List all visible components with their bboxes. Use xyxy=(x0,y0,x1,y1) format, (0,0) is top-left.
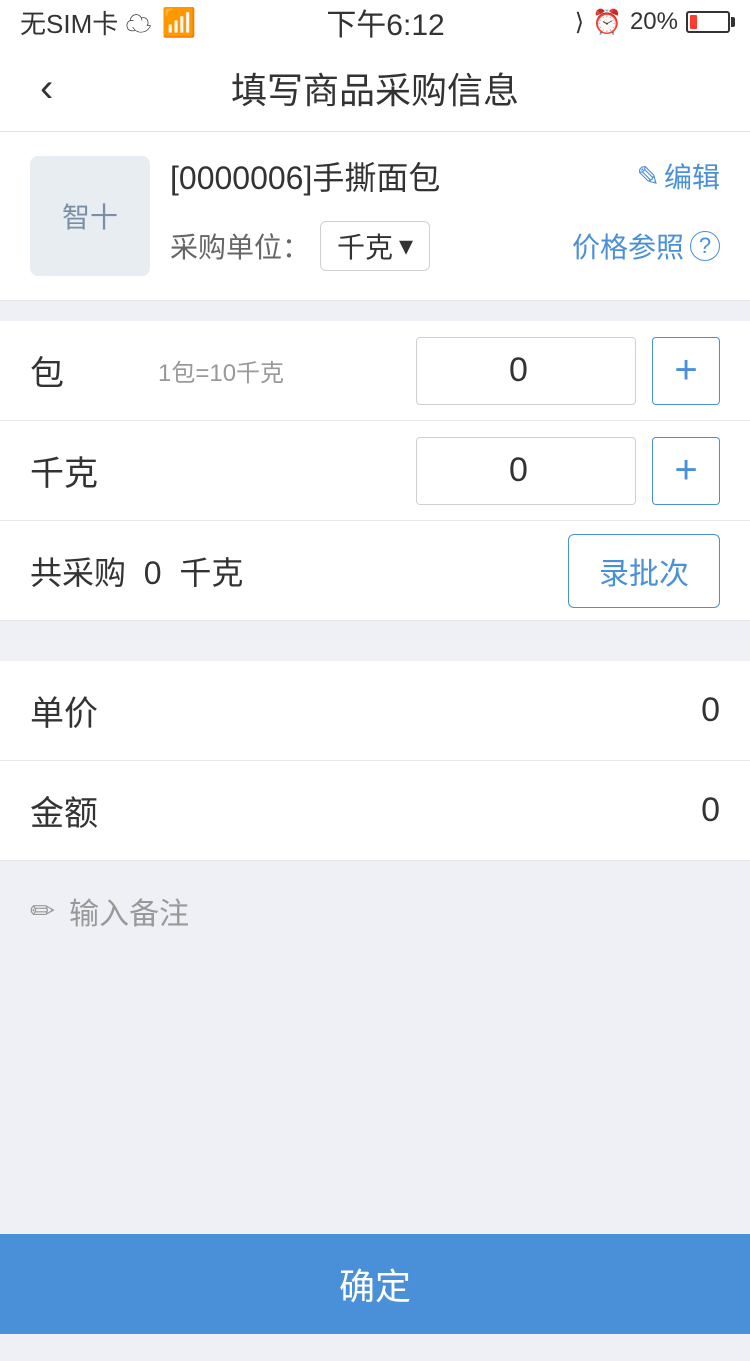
product-card: 智十 [0000006]手撕面包 ✎ 编辑 采购单位： 千克 ▾ 价格参照 ? xyxy=(0,132,750,301)
summary-suffix: 千克 xyxy=(179,555,243,591)
product-row2: 采购单位： 千克 ▾ 价格参照 ? xyxy=(170,221,720,271)
bag-input[interactable] xyxy=(416,337,636,405)
kg-plus-button[interactable]: + xyxy=(652,437,720,505)
product-image: 智十 xyxy=(30,156,150,276)
remark-section[interactable]: ✏ 输入备注 xyxy=(0,861,750,961)
nav-bar: ‹ 填写商品采购信息 xyxy=(0,44,750,132)
amount-value: 0 xyxy=(701,791,720,830)
edit-icon: ✎ xyxy=(637,160,660,193)
edit-label: 编辑 xyxy=(664,156,720,196)
price-ref-label: 价格参照 xyxy=(572,226,684,266)
price-ref-button[interactable]: 价格参照 ? xyxy=(572,226,720,266)
bag-plus-button[interactable]: + xyxy=(652,337,720,405)
location-icon: ⟩ xyxy=(575,8,584,37)
pencil-icon: ✏ xyxy=(30,894,55,929)
summary-prefix: 共采购 xyxy=(30,555,126,591)
kg-label: 千克 xyxy=(30,446,150,495)
bag-input-section: 包 1包=10千克 + xyxy=(0,321,750,421)
product-name: [0000006]手撕面包 xyxy=(170,156,440,201)
unit-select[interactable]: 千克 ▾ xyxy=(320,221,430,271)
bag-row: 包 1包=10千克 + xyxy=(0,321,750,421)
unit-price-row: 单价 0 xyxy=(0,661,750,761)
alarm-icon: ⏰ xyxy=(592,8,622,37)
purchase-unit-label: 采购单位： xyxy=(170,226,310,266)
summary-value: 0 xyxy=(144,555,162,591)
dropdown-icon: ▾ xyxy=(399,229,413,262)
kg-input[interactable] xyxy=(416,437,636,505)
divider-2 xyxy=(0,621,750,641)
status-left: 无SIM卡 ☁ 📶 xyxy=(20,4,196,41)
kg-input-section: 千克 + xyxy=(0,421,750,521)
bag-sublabel: 1包=10千克 xyxy=(158,353,284,388)
status-time: 下午6:12 xyxy=(326,0,444,44)
battery-pct: 20% xyxy=(630,8,678,36)
price-info-section: 单价 0 金额 0 xyxy=(0,661,750,861)
battery-fill xyxy=(690,15,697,29)
product-logo: 智十 xyxy=(62,196,118,236)
edit-button[interactable]: ✎ 编辑 xyxy=(637,156,720,196)
summary-row: 共采购 0 千克 录批次 xyxy=(0,521,750,621)
confirm-button[interactable]: 确定 xyxy=(0,1234,750,1334)
product-info: [0000006]手撕面包 ✎ 编辑 采购单位： 千克 ▾ 价格参照 ? xyxy=(170,156,720,271)
status-bar: 无SIM卡 ☁ 📶 下午6:12 ⟩ ⏰ 20% xyxy=(0,0,750,44)
remark-placeholder: 输入备注 xyxy=(69,889,189,933)
amount-row: 金额 0 xyxy=(0,761,750,861)
divider-1 xyxy=(0,301,750,321)
purchase-unit: 采购单位： 千克 ▾ xyxy=(170,221,430,271)
unit-price-label: 单价 xyxy=(30,686,98,735)
back-button[interactable]: ‹ xyxy=(30,58,63,118)
summary-text: 共采购 0 千克 xyxy=(30,548,243,594)
bag-label: 包 xyxy=(30,346,150,395)
page-title: 填写商品采购信息 xyxy=(231,62,519,114)
kg-row: 千克 + xyxy=(0,421,750,521)
battery-indicator xyxy=(686,11,730,33)
unit-value: 千克 xyxy=(337,226,393,266)
help-icon[interactable]: ? xyxy=(690,231,720,261)
status-right: ⟩ ⏰ 20% xyxy=(575,8,730,37)
wifi-icon: 📶 xyxy=(161,6,196,39)
summary-section: 共采购 0 千克 录批次 xyxy=(0,521,750,621)
record-batch-button[interactable]: 录批次 xyxy=(568,534,720,608)
no-sim-text: 无SIM卡 ☁ xyxy=(20,4,151,41)
amount-label: 金额 xyxy=(30,786,98,835)
unit-price-value: 0 xyxy=(701,691,720,730)
product-row1: [0000006]手撕面包 ✎ 编辑 xyxy=(170,156,720,201)
